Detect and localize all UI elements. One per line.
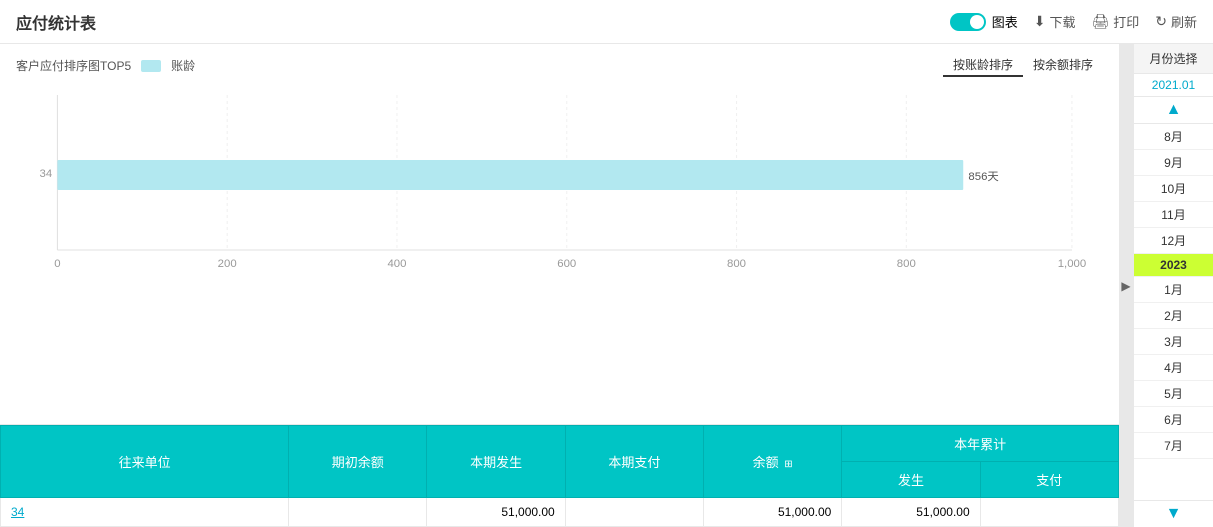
print-icon: 🖨 <box>1091 13 1109 30</box>
month-item[interactable]: 11月 <box>1134 202 1213 228</box>
chart-area: 34 856天 0 200 400 600 800 800 1,000 <box>16 85 1103 414</box>
col-header-occur: 本期发生 <box>427 426 565 498</box>
col-header-pay2: 支付 <box>980 462 1118 498</box>
svg-text:34: 34 <box>40 168 53 180</box>
month-item[interactable]: 1月 <box>1134 277 1213 303</box>
sidebar-nav-down[interactable]: ▼ <box>1134 500 1213 527</box>
chart-toggle[interactable] <box>950 13 986 31</box>
month-item[interactable]: 12月 <box>1134 228 1213 254</box>
cell-occur: 51,000.00 <box>427 498 565 527</box>
content-area: 客户应付排序图TOP5 账龄 按账龄排序 按余额排序 <box>0 44 1213 527</box>
cell-balance: 51,000.00 <box>704 498 842 527</box>
legend-color-label: 账龄 <box>171 57 195 74</box>
col-header-balance: 余额 ⊞ <box>704 426 842 498</box>
balance-icon: ⊞ <box>784 459 792 470</box>
month-item[interactable]: 7月 <box>1134 433 1213 459</box>
month-list: 8月9月10月11月12月20231月2月3月4月5月6月7月 <box>1134 124 1213 500</box>
download-icon: ⬇ <box>1034 13 1046 30</box>
table-row: 34 51,000.00 51,000.00 51,000.00 <box>1 498 1119 527</box>
download-label: 下载 <box>1049 12 1075 31</box>
month-item[interactable]: 2023 <box>1134 254 1213 277</box>
col-header-period: 期初余额 <box>289 426 427 498</box>
svg-text:600: 600 <box>557 258 576 270</box>
col-header-origin: 往来单位 <box>1 426 289 498</box>
cell-pay <box>565 498 703 527</box>
month-item[interactable]: 5月 <box>1134 381 1213 407</box>
svg-text:1,000: 1,000 <box>1058 258 1086 270</box>
print-button[interactable]: 🖨 打印 <box>1091 12 1139 31</box>
sort-by-balance-button[interactable]: 按余额排序 <box>1023 54 1103 77</box>
main-container: 应付统计表 图表 ⬇ 下载 🖨 打印 ↻ 刷新 <box>0 0 1213 527</box>
main-content: 客户应付排序图TOP5 账龄 按账龄排序 按余额排序 <box>0 44 1119 527</box>
month-item[interactable]: 3月 <box>1134 329 1213 355</box>
month-item[interactable]: 8月 <box>1134 124 1213 150</box>
cell-origin[interactable]: 34 <box>1 498 289 527</box>
sidebar-header: 月份选择 <box>1134 44 1213 74</box>
col-header-year-accum: 本年累计 <box>842 426 1119 462</box>
svg-text:800: 800 <box>897 258 916 270</box>
month-item[interactable]: 2月 <box>1134 303 1213 329</box>
nav-down-arrow[interactable]: ▼ <box>1166 505 1182 523</box>
col-header-occur2: 发生 <box>842 462 980 498</box>
sidebar-nav-up[interactable]: ▲ <box>1134 97 1213 124</box>
page-title: 应付统计表 <box>16 10 96 34</box>
refresh-button[interactable]: ↻ 刷新 <box>1155 12 1197 31</box>
header-actions: 图表 ⬇ 下载 🖨 打印 ↻ 刷新 <box>950 12 1197 31</box>
chart-section: 客户应付排序图TOP5 账龄 按账龄排序 按余额排序 <box>0 44 1119 424</box>
chart-sort-buttons: 按账龄排序 按余额排序 <box>943 54 1103 77</box>
chart-legend: 客户应付排序图TOP5 账龄 <box>16 57 195 74</box>
data-table: 往来单位 期初余额 本期发生 本期支付 余额 ⊞ 本年累计 <box>0 425 1119 527</box>
col-header-pay: 本期支付 <box>565 426 703 498</box>
sidebar-collapse-arrow[interactable]: ▶ <box>1119 44 1133 527</box>
chart-legend-title: 客户应付排序图TOP5 <box>16 57 131 74</box>
month-item[interactable]: 10月 <box>1134 176 1213 202</box>
cell-period <box>289 498 427 527</box>
header: 应付统计表 图表 ⬇ 下载 🖨 打印 ↻ 刷新 <box>0 0 1213 44</box>
sidebar: 月份选择 2021.01 ▲ 8月9月10月11月12月20231月2月3月4月… <box>1133 44 1213 527</box>
chart-toggle-label: 图表 <box>992 12 1018 31</box>
download-button[interactable]: ⬇ 下载 <box>1034 12 1076 31</box>
svg-text:400: 400 <box>387 258 406 270</box>
cell-occur2: 51,000.00 <box>842 498 980 527</box>
month-item[interactable]: 4月 <box>1134 355 1213 381</box>
svg-text:200: 200 <box>218 258 237 270</box>
cell-pay2 <box>980 498 1118 527</box>
month-item[interactable]: 6月 <box>1134 407 1213 433</box>
nav-up-arrow[interactable]: ▲ <box>1166 101 1182 119</box>
print-label: 打印 <box>1113 12 1139 31</box>
chart-header: 客户应付排序图TOP5 账龄 按账龄排序 按余额排序 <box>16 54 1103 77</box>
legend-color-box <box>141 60 161 72</box>
chart-svg: 34 856天 0 200 400 600 800 800 1,000 <box>16 85 1103 285</box>
table-section: 往来单位 期初余额 本期发生 本期支付 余额 ⊞ 本年累计 <box>0 424 1119 527</box>
sort-by-age-button[interactable]: 按账龄排序 <box>943 54 1023 77</box>
chart-toggle-group: 图表 <box>950 12 1018 31</box>
table-wrapper: 往来单位 期初余额 本期发生 本期支付 余额 ⊞ 本年累计 <box>0 425 1119 527</box>
svg-text:856天: 856天 <box>968 171 998 183</box>
month-item[interactable]: 9月 <box>1134 150 1213 176</box>
refresh-label: 刷新 <box>1171 12 1197 31</box>
svg-text:0: 0 <box>54 258 60 270</box>
svg-text:800: 800 <box>727 258 746 270</box>
sidebar-year-value[interactable]: 2021.01 <box>1134 74 1213 97</box>
refresh-icon: ↻ <box>1155 13 1167 30</box>
